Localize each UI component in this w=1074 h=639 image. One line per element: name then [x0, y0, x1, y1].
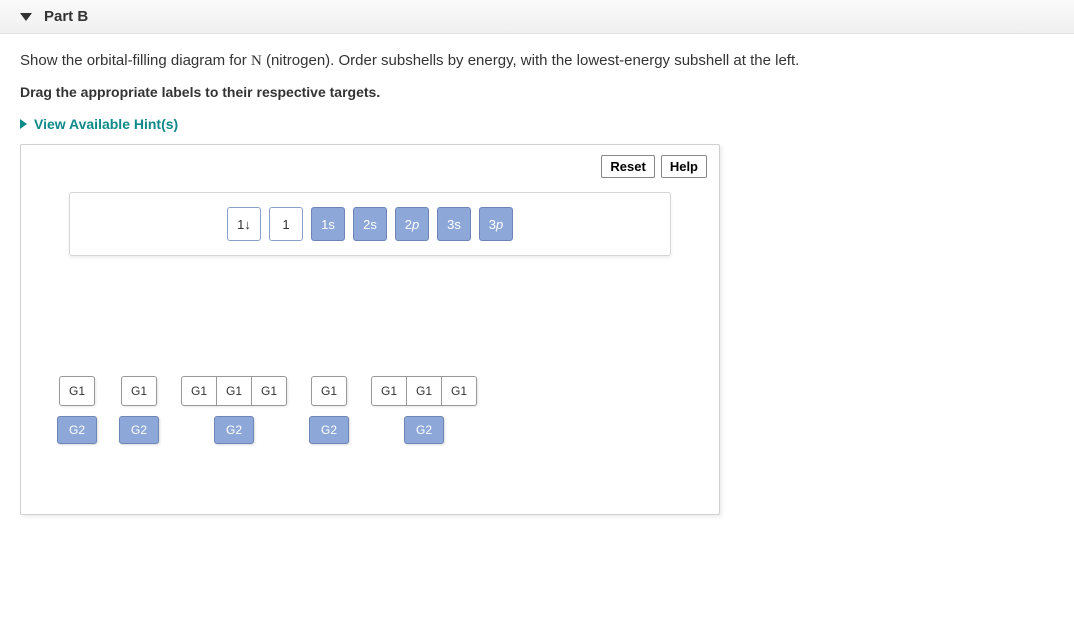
orbital-target[interactable]: G1	[371, 376, 407, 406]
orbital-target[interactable]: G1	[251, 376, 287, 406]
subshell-target[interactable]: G2	[404, 416, 444, 444]
drag-label-4[interactable]: 2p	[395, 207, 429, 241]
target-columns: G1G2G1G2G1G1G1G2G1G2G1G1G1G2	[57, 376, 683, 444]
question-suffix: (nitrogen). Order subshells by energy, w…	[262, 52, 800, 69]
target-column-2: G1G1G1G2	[181, 376, 287, 444]
orbital-target[interactable]: G1	[216, 376, 252, 406]
orbital-group: G1G1G1	[181, 376, 287, 406]
question-prefix: Show the orbital-filling diagram for	[20, 52, 251, 69]
content-area: Show the orbital-filling diagram for N (…	[0, 34, 1074, 531]
target-column-0: G1G2	[57, 376, 97, 444]
drag-instruction: Drag the appropriate labels to their res…	[20, 84, 1054, 100]
drag-label-5[interactable]: 3s	[437, 207, 471, 241]
orbital-target[interactable]: G1	[311, 376, 347, 406]
subshell-target[interactable]: G2	[309, 416, 349, 444]
activity-panel: Reset Help 1↓11s2s2p3s3p G1G2G1G2G1G1G1G…	[20, 144, 720, 515]
collapse-down-icon	[20, 13, 32, 21]
part-title: Part B	[44, 8, 88, 25]
orbital-target[interactable]: G1	[441, 376, 477, 406]
orbital-target[interactable]: G1	[59, 376, 95, 406]
target-area: G1G2G1G2G1G1G1G2G1G2G1G1G1G2	[21, 256, 719, 514]
drag-label-0[interactable]: 1↓	[227, 207, 261, 241]
drag-label-6[interactable]: 3p	[479, 207, 513, 241]
reset-button[interactable]: Reset	[601, 155, 654, 178]
orbital-group: G1	[121, 376, 157, 406]
panel-toolbar: Reset Help	[21, 145, 719, 178]
subshell-target[interactable]: G2	[119, 416, 159, 444]
hints-link-label: View Available Hint(s)	[34, 116, 178, 132]
labels-tray: 1↓11s2s2p3s3p	[69, 192, 671, 256]
target-column-3: G1G2	[309, 376, 349, 444]
orbital-group: G1	[311, 376, 347, 406]
view-hints-link[interactable]: View Available Hint(s)	[20, 116, 1054, 132]
target-column-4: G1G1G1G2	[371, 376, 477, 444]
drag-label-1[interactable]: 1	[269, 207, 303, 241]
orbital-target[interactable]: G1	[121, 376, 157, 406]
orbital-group: G1	[59, 376, 95, 406]
help-button[interactable]: Help	[661, 155, 707, 178]
drag-label-3[interactable]: 2s	[353, 207, 387, 241]
chevron-right-icon	[20, 119, 27, 129]
target-column-1: G1G2	[119, 376, 159, 444]
orbital-target[interactable]: G1	[181, 376, 217, 406]
orbital-group: G1G1G1	[371, 376, 477, 406]
orbital-target[interactable]: G1	[406, 376, 442, 406]
drag-label-2[interactable]: 1s	[311, 207, 345, 241]
subshell-target[interactable]: G2	[214, 416, 254, 444]
subshell-target[interactable]: G2	[57, 416, 97, 444]
part-header[interactable]: Part B	[0, 0, 1074, 34]
question-variable: N	[251, 53, 262, 69]
question-text: Show the orbital-filling diagram for N (…	[20, 50, 1054, 72]
